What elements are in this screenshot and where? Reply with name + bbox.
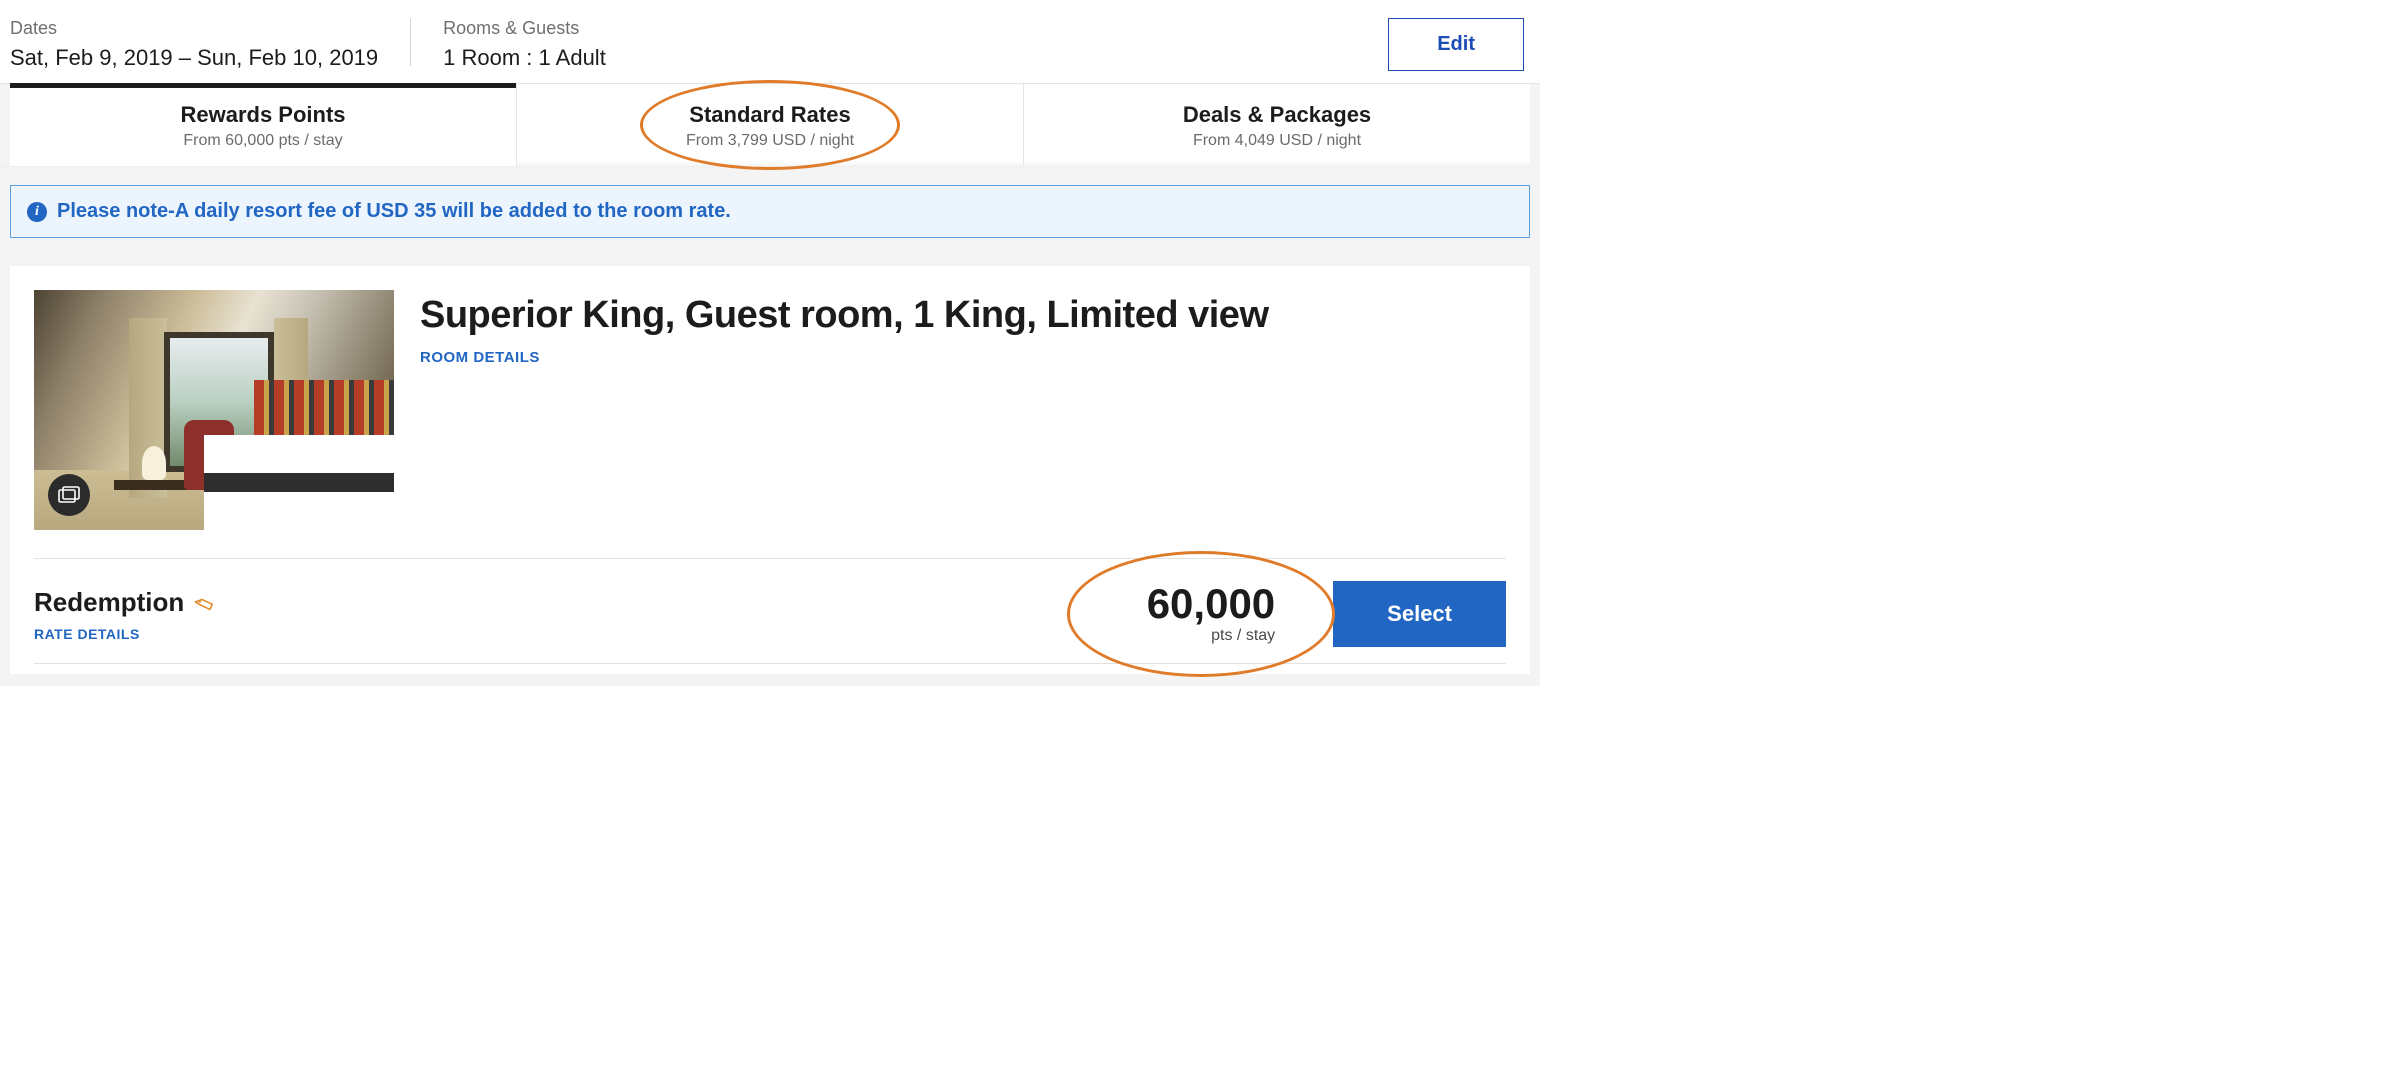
room-thumbnail[interactable] [34,290,394,530]
info-icon: i [27,202,47,222]
points-value: 60,000 [1147,583,1275,625]
room-meta: Superior King, Guest room, 1 King, Limit… [420,290,1506,367]
gallery-icon[interactable] [48,474,90,516]
rate-row-divider [34,663,1506,664]
dates-value: Sat, Feb 9, 2019 – Sun, Feb 10, 2019 [10,45,378,71]
tab-standard-rates[interactable]: Standard Rates From 3,799 USD / night [517,84,1024,166]
dates-label: Dates [10,18,378,39]
tab-deals-packages[interactable]: Deals & Packages From 4,049 USD / night [1024,84,1530,166]
rate-type-tabs: Rewards Points From 60,000 pts / stay St… [0,84,1540,167]
rate-right: 60,000 pts / stay Select [1117,579,1506,649]
resort-fee-notice-text: Please note-A daily resort fee of USD 35… [57,200,731,223]
rooms-guests-value: 1 Room : 1 Adult [443,45,606,71]
tab-standard-sub: From 3,799 USD / night [527,132,1013,150]
rate-left: Redemption RATE DETAILS [34,587,214,642]
room-details-link[interactable]: ROOM DETAILS [420,349,540,366]
tab-rewards-points[interactable]: Rewards Points From 60,000 pts / stay [10,84,517,166]
tab-rewards-title: Rewards Points [20,102,506,128]
dates-group: Dates Sat, Feb 9, 2019 – Sun, Feb 10, 20… [10,18,402,71]
tab-deals-title: Deals & Packages [1034,102,1520,128]
tab-rewards-sub: From 60,000 pts / stay [20,132,506,150]
points-block: 60,000 pts / stay [1117,579,1305,649]
header-divider [410,18,411,66]
rate-details-link[interactable]: RATE DETAILS [34,626,214,642]
tab-standard-title: Standard Rates [527,102,1013,128]
select-button[interactable]: Select [1333,581,1506,647]
search-summary-bar: Dates Sat, Feb 9, 2019 – Sun, Feb 10, 20… [0,0,1540,84]
tag-icon [194,592,214,612]
tab-deals-sub: From 4,049 USD / night [1034,132,1520,150]
room-divider [34,558,1506,559]
rate-row-redemption: Redemption RATE DETAILS 60,000 pts / sta… [34,579,1506,663]
resort-fee-notice: i Please note-A daily resort fee of USD … [10,185,1530,238]
page-body: i Please note-A daily resort fee of USD … [0,167,1540,686]
room-card: Superior King, Guest room, 1 King, Limit… [10,266,1530,674]
edit-button[interactable]: Edit [1388,18,1524,71]
points-unit: pts / stay [1147,627,1275,645]
rate-name: Redemption [34,587,184,618]
room-card-top: Superior King, Guest room, 1 King, Limit… [34,290,1506,530]
rate-name-wrap: Redemption [34,587,214,618]
rooms-guests-group: Rooms & Guests 1 Room : 1 Adult [419,18,630,71]
rooms-guests-label: Rooms & Guests [443,18,606,39]
room-title: Superior King, Guest room, 1 King, Limit… [420,294,1506,337]
